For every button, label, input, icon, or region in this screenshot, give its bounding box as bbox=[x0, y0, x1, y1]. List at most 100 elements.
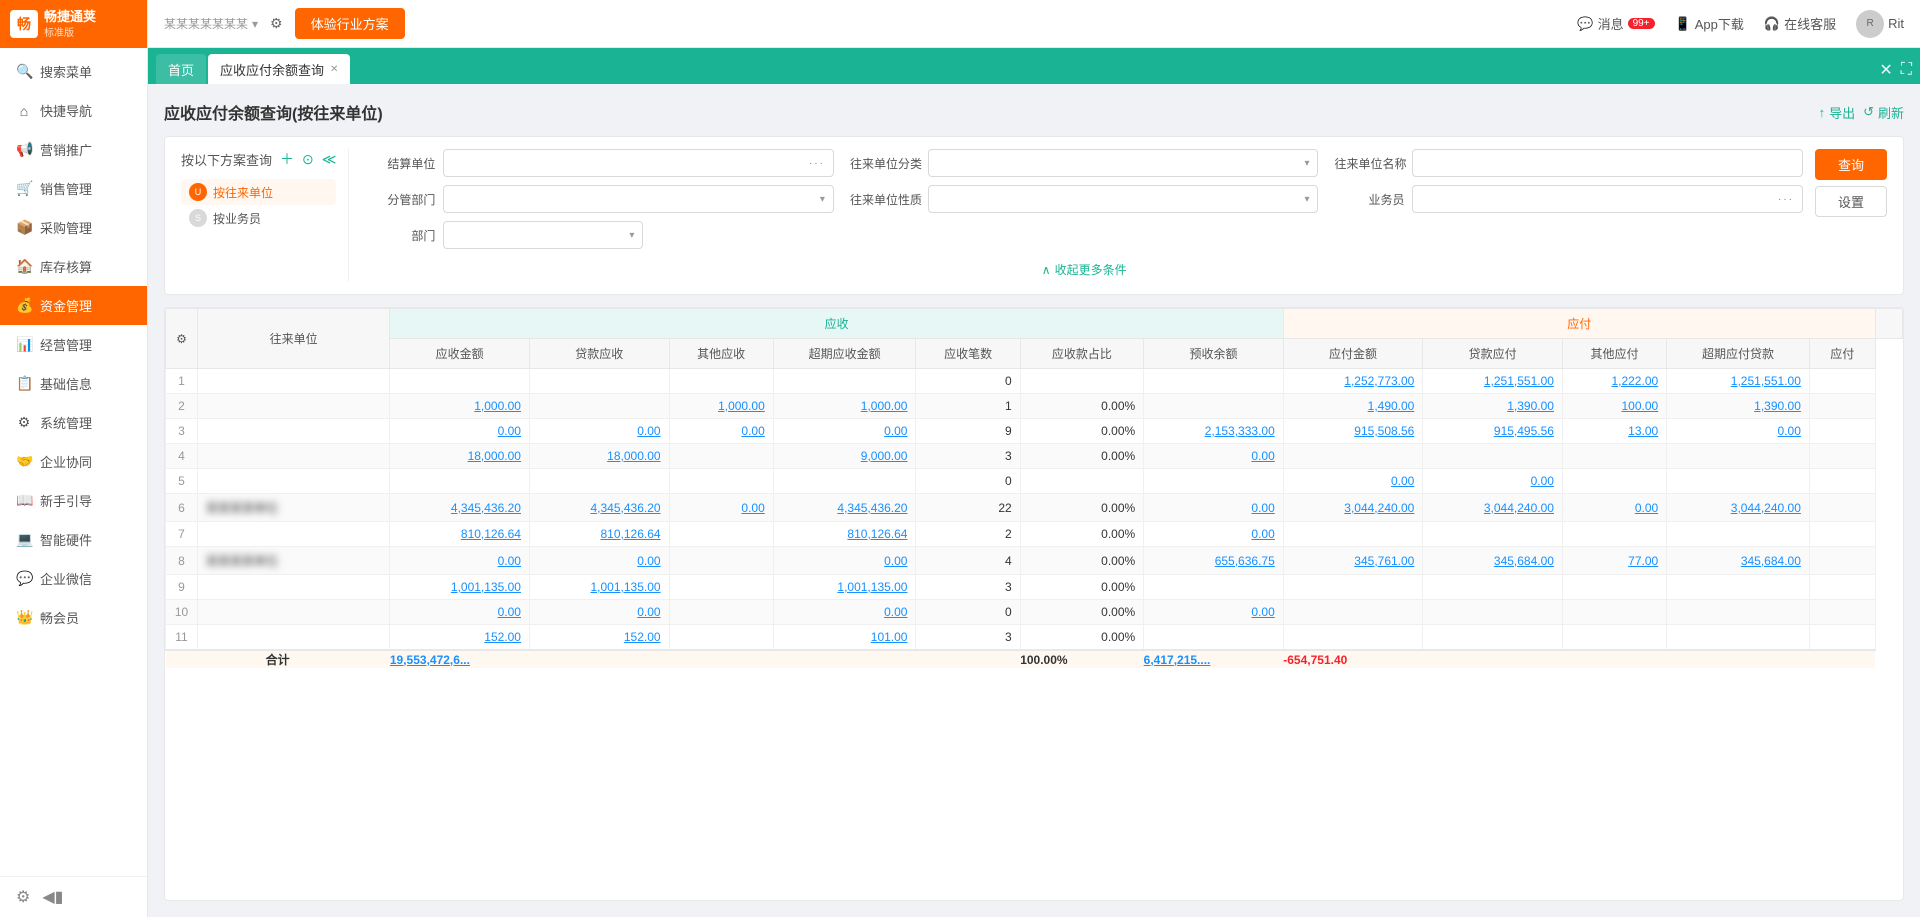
cell-daikuanyingfu[interactable]: 3,044,240.00 bbox=[1423, 494, 1563, 522]
cell-shouji[interactable]: 1,001,135.00 bbox=[390, 575, 530, 600]
footer-shouji[interactable]: 19,553,472,6... bbox=[390, 650, 530, 668]
cell-chaopingshouji[interactable]: 1,000.00 bbox=[773, 394, 916, 419]
cell-shouji[interactable]: 4,345,436.20 bbox=[390, 494, 530, 522]
topbar-gear-icon[interactable]: ⚙ bbox=[270, 15, 283, 32]
filter-settings-icon[interactable]: ⊙ bbox=[302, 151, 314, 168]
settings-icon[interactable]: ⚙ bbox=[16, 887, 30, 907]
cell-daikuanyingfu[interactable]: 0.00 bbox=[1423, 469, 1563, 494]
topbar-dropdown-icon[interactable]: ▾ bbox=[252, 17, 258, 31]
cell-otheryingfu[interactable]: 1,222.00 bbox=[1562, 369, 1666, 394]
filter-by-staff[interactable]: S 按业务员 bbox=[181, 205, 336, 231]
cell-chaopingshouji[interactable]: 0.00 bbox=[773, 419, 916, 444]
sidebar-item-operation[interactable]: 📊 经营管理 bbox=[0, 325, 147, 364]
cell-daikuanyingfu[interactable]: 915,495.56 bbox=[1423, 419, 1563, 444]
cell-yingfu[interactable]: 1,490.00 bbox=[1283, 394, 1423, 419]
cell-chaopingshouji[interactable]: 0.00 bbox=[773, 547, 916, 575]
cell-daikuanshouji[interactable]: 0.00 bbox=[529, 600, 669, 625]
topbar-solution-button[interactable]: 体验行业方案 bbox=[295, 8, 405, 39]
app-download-item[interactable]: 📱 App下载 bbox=[1675, 14, 1744, 33]
sidebar-item-marketing[interactable]: 📢 营销推广 bbox=[0, 130, 147, 169]
filter-by-unit[interactable]: U 按往来单位 bbox=[181, 179, 336, 205]
cell-shouji[interactable]: 152.00 bbox=[390, 625, 530, 651]
user-avatar[interactable]: R Rit bbox=[1856, 10, 1904, 38]
cell-shouji[interactable]: 810,126.64 bbox=[390, 522, 530, 547]
cell-yueyu[interactable]: 2,153,333.00 bbox=[1144, 419, 1284, 444]
bumen-input[interactable]: ▾ bbox=[443, 221, 643, 249]
cell-daikuanshouji[interactable]: 0.00 bbox=[529, 419, 669, 444]
set-button[interactable]: 设置 bbox=[1815, 186, 1887, 217]
cell-yueyu[interactable]: 0.00 bbox=[1144, 444, 1284, 469]
cell-daikuanyingfu[interactable]: 1,390.00 bbox=[1423, 394, 1563, 419]
jiesuandanwei-input[interactable]: ··· bbox=[443, 149, 834, 177]
cell-chaopingshouji[interactable]: 810,126.64 bbox=[773, 522, 916, 547]
tab-close-icon[interactable]: ✕ bbox=[330, 64, 338, 75]
export-button[interactable]: ↑ 导出 bbox=[1819, 103, 1856, 122]
cell-yueyu[interactable]: 0.00 bbox=[1144, 600, 1284, 625]
cell-otheryingfu[interactable]: 77.00 bbox=[1562, 547, 1666, 575]
sidebar-item-sales[interactable]: 🛒 销售管理 bbox=[0, 169, 147, 208]
cell-chaopingshouji[interactable]: 4,345,436.20 bbox=[773, 494, 916, 522]
tabbar-close-icon[interactable]: ✕ bbox=[1879, 60, 1892, 80]
yewuyuan-input[interactable]: ··· bbox=[1412, 185, 1803, 213]
cell-shouji[interactable]: 0.00 bbox=[390, 419, 530, 444]
cell-shouji[interactable]: 18,000.00 bbox=[390, 444, 530, 469]
sidebar-item-wechat[interactable]: 💬 企业微信 bbox=[0, 559, 147, 598]
cell-othershouji[interactable]: 0.00 bbox=[669, 494, 773, 522]
gear-header[interactable]: ⚙ bbox=[166, 309, 198, 369]
cell-daikuanshouji[interactable]: 1,001,135.00 bbox=[529, 575, 669, 600]
sidebar-item-member[interactable]: 👑 畅会员 bbox=[0, 598, 147, 637]
cell-chaopyingfu[interactable]: 1,390.00 bbox=[1667, 394, 1810, 419]
sidebar-item-basic[interactable]: 📋 基础信息 bbox=[0, 364, 147, 403]
query-button[interactable]: 查询 bbox=[1815, 149, 1887, 180]
cell-chaopingshouji[interactable]: 101.00 bbox=[773, 625, 916, 651]
cell-chaopyingfu[interactable]: 345,684.00 bbox=[1667, 547, 1810, 575]
cell-chaopyingfu[interactable]: 3,044,240.00 bbox=[1667, 494, 1810, 522]
cell-yingfu[interactable]: 345,761.00 bbox=[1283, 547, 1423, 575]
cell-chaopingshouji[interactable]: 9,000.00 bbox=[773, 444, 916, 469]
cell-yingfu[interactable]: 3,044,240.00 bbox=[1283, 494, 1423, 522]
cell-yingfu[interactable]: 1,252,773.00 bbox=[1283, 369, 1423, 394]
cell-daikuanshouji[interactable]: 18,000.00 bbox=[529, 444, 669, 469]
cell-othershouji[interactable]: 0.00 bbox=[669, 419, 773, 444]
cell-daikuanyingfu[interactable]: 345,684.00 bbox=[1423, 547, 1563, 575]
service-item[interactable]: 🎧 在线客服 bbox=[1764, 14, 1836, 33]
cell-otheryingfu[interactable]: 0.00 bbox=[1562, 494, 1666, 522]
cell-shouji[interactable]: 0.00 bbox=[390, 600, 530, 625]
sidebar-item-quick[interactable]: ⌂ 快捷导航 bbox=[0, 91, 147, 130]
sidebar-item-finance[interactable]: 💰 资金管理 bbox=[0, 286, 147, 325]
sidebar-item-search[interactable]: 🔍 搜索菜单 bbox=[0, 52, 147, 91]
wanglaifenlei-input[interactable]: ▾ bbox=[928, 149, 1319, 177]
cell-otheryingfu[interactable]: 100.00 bbox=[1562, 394, 1666, 419]
tab-home[interactable]: 首页 bbox=[156, 54, 206, 84]
cell-daikuanshouji[interactable]: 152.00 bbox=[529, 625, 669, 651]
cell-yingfu[interactable]: 915,508.56 bbox=[1283, 419, 1423, 444]
cell-chaopingshouji[interactable]: 1,001,135.00 bbox=[773, 575, 916, 600]
sidebar-item-system[interactable]: ⚙ 系统管理 bbox=[0, 403, 147, 442]
messages-item[interactable]: 💬 消息 99+ bbox=[1577, 14, 1654, 33]
tabbar-expand-icon[interactable]: ⛶ bbox=[1901, 61, 1912, 79]
cell-daikuanshouji[interactable]: 810,126.64 bbox=[529, 522, 669, 547]
cell-chaopyingfu[interactable]: 0.00 bbox=[1667, 419, 1810, 444]
cell-daikuanshouji[interactable]: 4,345,436.20 bbox=[529, 494, 669, 522]
wanglaixin-input[interactable]: ▾ bbox=[928, 185, 1319, 213]
cell-shouji[interactable]: 0.00 bbox=[390, 547, 530, 575]
footer-yueyu[interactable]: 6,417,215.... bbox=[1144, 650, 1284, 668]
cell-otheryingfu[interactable]: 13.00 bbox=[1562, 419, 1666, 444]
sidebar-item-hardware[interactable]: 💻 智能硬件 bbox=[0, 520, 147, 559]
cell-yueyu[interactable]: 0.00 bbox=[1144, 494, 1284, 522]
filter-collapse-btn[interactable]: ∧ 收起更多条件 bbox=[365, 257, 1803, 282]
wanglaimingcheng-input[interactable] bbox=[1412, 149, 1803, 177]
cell-daikuanshouji[interactable]: 0.00 bbox=[529, 547, 669, 575]
cell-yueyu[interactable]: 0.00 bbox=[1144, 522, 1284, 547]
add-filter-icon[interactable]: ＋ bbox=[280, 149, 294, 169]
sidebar-item-enterprise[interactable]: 🤝 企业协同 bbox=[0, 442, 147, 481]
sidebar-item-inventory[interactable]: 🏠 库存核算 bbox=[0, 247, 147, 286]
sidebar-item-purchase[interactable]: 📦 采购管理 bbox=[0, 208, 147, 247]
filter-collapse-sidebar-icon[interactable]: ≪ bbox=[322, 151, 337, 168]
tab-query[interactable]: 应收应付余额查询 ✕ bbox=[208, 54, 350, 84]
refresh-button[interactable]: ↺ 刷新 bbox=[1863, 103, 1904, 122]
cell-othershouji[interactable]: 1,000.00 bbox=[669, 394, 773, 419]
cell-chaopingshouji[interactable]: 0.00 bbox=[773, 600, 916, 625]
cell-daikuanyingfu[interactable]: 1,251,551.00 bbox=[1423, 369, 1563, 394]
fenguanbumon-input[interactable]: ▾ bbox=[443, 185, 834, 213]
